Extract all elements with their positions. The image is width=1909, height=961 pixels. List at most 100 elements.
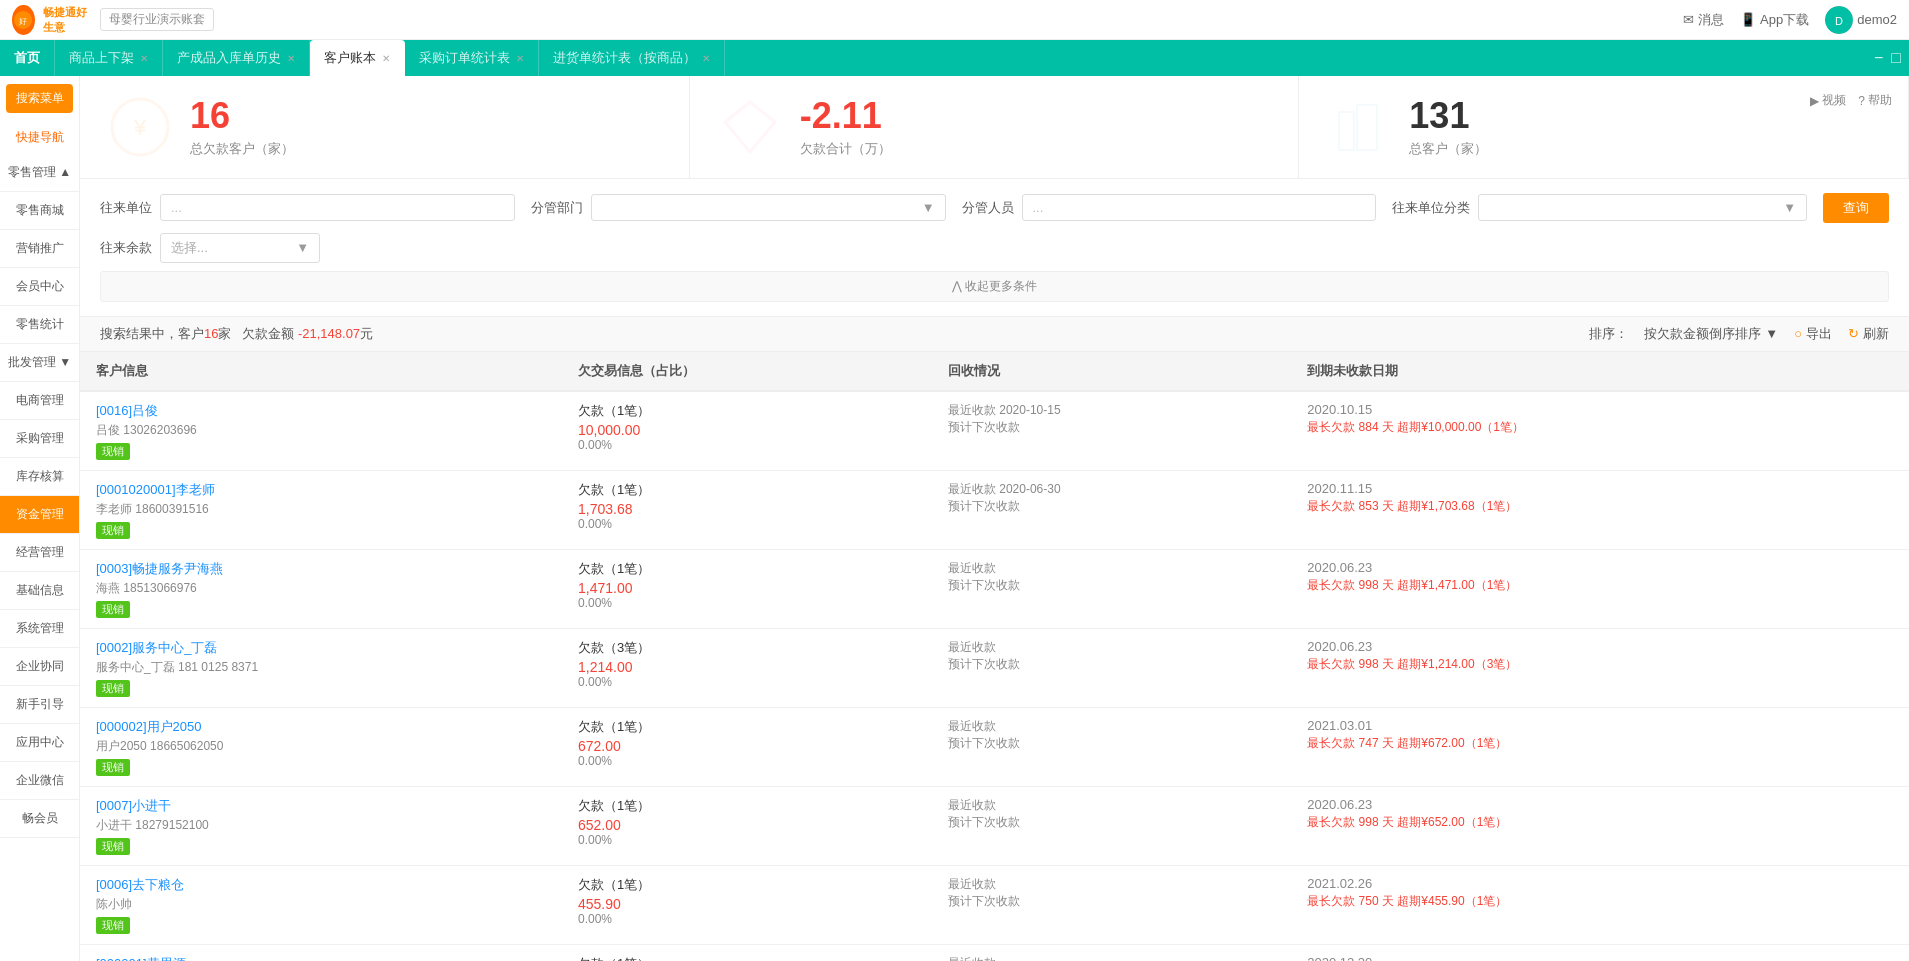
customer-name-link-6[interactable]: [0006]去下粮仓 [96, 876, 546, 894]
from-unit-input[interactable]: ... [160, 194, 515, 221]
recent-payment-0: 最近收款 2020-10-15 [948, 402, 1275, 419]
from-unit-label: 往来单位 [100, 199, 152, 217]
sort-label: 排序： [1589, 325, 1628, 343]
close-tab-stats[interactable]: ✕ [702, 53, 710, 64]
sidebar-item-app-center[interactable]: 应用中心 [0, 724, 79, 762]
person-input[interactable]: ... [1022, 194, 1377, 221]
stats-bar: ¥ 16 总欠款客户（家） -2. [80, 76, 1909, 179]
stat-info-debt-amount: -2.11 欠款合计（万） [800, 96, 891, 158]
remain-select[interactable]: 选择... ▼ [160, 233, 320, 263]
customer-name-link-0[interactable]: [0016]吕俊 [96, 402, 546, 420]
customer-contact-6: 陈小帅 [96, 896, 546, 913]
customer-name-link-3[interactable]: [0002]服务中心_丁磊 [96, 639, 546, 657]
table-row: [0006]去下粮仓 陈小帅 现销 欠款（1笔） 455.90 0.00% 最近… [80, 865, 1909, 944]
debt-count-4: 欠款（1笔） [578, 718, 916, 736]
help-btn[interactable]: ? 帮助 [1858, 92, 1892, 109]
tab-product-off[interactable]: 商品上下架 ✕ [55, 40, 163, 76]
search-menu-btn[interactable]: 搜索菜单 [6, 84, 73, 113]
overdue-link-4[interactable]: 超期¥672.00（1笔） [1397, 736, 1507, 750]
dept-select[interactable]: ▼ [591, 194, 946, 221]
customer-name-link-2[interactable]: [0003]畅捷服务尹海燕 [96, 560, 546, 578]
export-btn[interactable]: ○ 导出 [1794, 325, 1832, 343]
sidebar-item-operations[interactable]: 经营管理 [0, 534, 79, 572]
tab-minimize-btn[interactable]: − [1874, 49, 1883, 67]
sidebar-item-batch-mgmt[interactable]: 批发管理 ▼ [0, 344, 79, 382]
customer-name-link-7[interactable]: [000001]黄思源 [96, 955, 546, 961]
sidebar-quick-nav[interactable]: 快捷导航 [0, 121, 79, 154]
overdue-link-0[interactable]: 超期¥10,000.00（1笔） [1397, 420, 1524, 434]
video-btn[interactable]: ▶ 视频 [1810, 92, 1846, 109]
customer-name-link-4[interactable]: [000002]用户2050 [96, 718, 546, 736]
cell-recovery-4: 最近收款 预计下次收款 [932, 707, 1291, 786]
stat-card-total-customers: 131 总客户（家） ▶ 视频 ? 帮助 [1299, 76, 1909, 178]
close-tab-product-off[interactable]: ✕ [140, 53, 148, 64]
overdue-link-3[interactable]: 超期¥1,214.00（3笔） [1397, 657, 1517, 671]
close-tab-customer[interactable]: ✕ [382, 53, 390, 64]
sidebar-item-retail-mall[interactable]: 零售商城 [0, 192, 79, 230]
debt-amount-5: 652.00 [578, 817, 916, 833]
cell-customer-3: [0002]服务中心_丁磊 服务中心_丁磊 181 0125 8371 现销 [80, 628, 562, 707]
sidebar-item-enterprise-collab[interactable]: 企业协同 [0, 648, 79, 686]
refresh-btn[interactable]: ↻ 刷新 [1848, 325, 1889, 343]
customer-contact-0: 吕俊 13026203696 [96, 422, 546, 439]
sidebar-item-marketing[interactable]: 营销推广 [0, 230, 79, 268]
debt-count-0: 欠款（1笔） [578, 402, 916, 420]
customer-contact-5: 小进干 18279152100 [96, 817, 546, 834]
sidebar-item-system[interactable]: 系统管理 [0, 610, 79, 648]
sidebar-item-new-guide[interactable]: 新手引导 [0, 686, 79, 724]
message-btn[interactable]: ✉ 消息 [1683, 11, 1724, 29]
customer-name-link-5[interactable]: [0007]小进干 [96, 797, 546, 815]
overdue-link-6[interactable]: 超期¥455.90（1笔） [1397, 894, 1507, 908]
stat-number-debt-customers: 16 [190, 96, 294, 136]
user-menu[interactable]: D demo2 [1825, 6, 1897, 34]
sidebar-item-member[interactable]: 会员中心 [0, 268, 79, 306]
debt-amount-6: 455.90 [578, 896, 916, 912]
sidebar-item-retail-mgmt[interactable]: 零售管理 ▲ [0, 154, 79, 192]
cell-due-0: 2020.10.15 最长欠款 884 天 超期¥10,000.00（1笔） [1291, 391, 1909, 471]
tab-purchase-order[interactable]: 采购订单统计表 ✕ [405, 40, 539, 76]
tab-maximize-btn[interactable]: □ [1891, 49, 1901, 67]
sidebar-item-basic-info[interactable]: 基础信息 [0, 572, 79, 610]
customer-name-link-1[interactable]: [0001020001]李老师 [96, 481, 546, 499]
tab-production-history[interactable]: 产成品入库单历史 ✕ [163, 40, 310, 76]
debt-count-2: 欠款（1笔） [578, 560, 916, 578]
account-selector[interactable]: 母婴行业演示账套 [100, 8, 214, 31]
sidebar-item-ecommerce[interactable]: 电商管理 [0, 382, 79, 420]
cell-due-1: 2020.11.15 最长欠款 853 天 超期¥1,703.68（1笔） [1291, 470, 1909, 549]
collapse-bar[interactable]: ⋀ 收起更多条件 [100, 271, 1889, 302]
debt-amount-1: 1,703.68 [578, 501, 916, 517]
tab-customer-account[interactable]: 客户账本 ✕ [310, 40, 405, 76]
sidebar-item-inventory[interactable]: 库存核算 [0, 458, 79, 496]
sort-select[interactable]: 按欠款金额倒序排序 ▼ [1644, 325, 1778, 343]
sidebar-item-retail-stats[interactable]: 零售统计 [0, 306, 79, 344]
search-button[interactable]: 查询 [1823, 193, 1889, 223]
top-bar: 好 畅捷通好生意 母婴行业演示账套 ✉ 消息 📱 App下载 D demo2 [0, 0, 1909, 40]
sidebar-item-purchase-mgmt[interactable]: 采购管理 [0, 420, 79, 458]
cell-customer-1: [0001020001]李老师 李老师 18600391516 现销 [80, 470, 562, 549]
tag-xianjin-2: 现销 [96, 601, 130, 618]
table-header: 客户信息 欠交易信息（占比） 回收情况 到期未收款日期 [80, 352, 1909, 391]
cell-debt-1: 欠款（1笔） 1,703.68 0.00% [562, 470, 932, 549]
overdue-link-5[interactable]: 超期¥652.00（1笔） [1397, 815, 1507, 829]
unit-category-select[interactable]: ▼ [1478, 194, 1807, 221]
phone-icon: 📱 [1740, 12, 1756, 27]
close-tab-production[interactable]: ✕ [287, 53, 295, 64]
due-date-1: 2020.11.15 [1307, 481, 1893, 496]
overdue-link-2[interactable]: 超期¥1,471.00（1笔） [1397, 578, 1517, 592]
app-download-btn[interactable]: 📱 App下载 [1740, 11, 1809, 29]
sidebar-item-enterprise-wx[interactable]: 企业微信 [0, 762, 79, 800]
svg-rect-7 [1339, 112, 1354, 150]
overdue-link-1[interactable]: 超期¥1,703.68（1笔） [1397, 499, 1517, 513]
sidebar-item-vip[interactable]: 畅会员 [0, 800, 79, 838]
sidebar-item-finance[interactable]: 资金管理 [0, 496, 79, 534]
cell-customer-5: [0007]小进干 小进干 18279152100 现销 [80, 786, 562, 865]
stat-icon-diamond [720, 97, 780, 157]
table-row: [0003]畅捷服务尹海燕 海燕 18513066976 现销 欠款（1笔） 1… [80, 549, 1909, 628]
result-info: 搜索结果中，客户16家 欠款金额 -21,148.07元 [100, 325, 373, 343]
sort-text: 按欠款金额倒序排序 [1644, 325, 1761, 343]
table-row: [0002]服务中心_丁磊 服务中心_丁磊 181 0125 8371 现销 欠… [80, 628, 1909, 707]
close-tab-purchase[interactable]: ✕ [516, 53, 524, 64]
app-name: 畅捷通好生意 [43, 5, 93, 35]
tab-purchase-stats[interactable]: 进货单统计表（按商品） ✕ [539, 40, 725, 76]
tab-home[interactable]: 首页 [0, 40, 55, 76]
